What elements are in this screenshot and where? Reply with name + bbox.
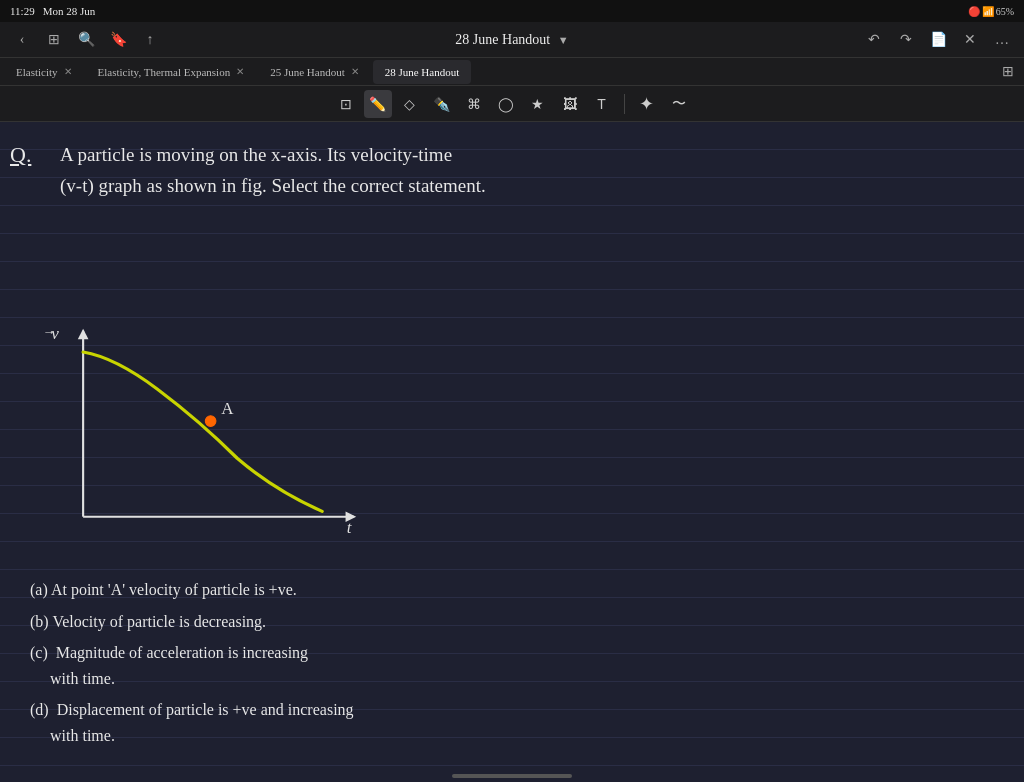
eraser-tool[interactable]: ◇ xyxy=(396,90,424,118)
undo-icon[interactable]: ↶ xyxy=(862,28,886,52)
lasso-tool[interactable]: ⌘ xyxy=(460,90,488,118)
home-indicator[interactable] xyxy=(452,774,572,778)
svg-marker-2 xyxy=(78,329,89,340)
tab-close-25june[interactable]: ✕ xyxy=(351,67,359,77)
svg-text:→: → xyxy=(43,325,56,339)
status-bar: 11:29 Mon 28 Jun 🔴 📶 65% xyxy=(0,0,1024,22)
extra-icon[interactable]: … xyxy=(990,28,1014,52)
zoom-tool[interactable]: ⊡ xyxy=(332,90,360,118)
page-icon[interactable]: 📄 xyxy=(926,28,950,52)
option-a: (a) At point 'A' velocity of particle is… xyxy=(30,577,994,603)
option-d: (d) Displacement of particle is +ve and … xyxy=(30,697,994,748)
date-display: Mon 28 Jun xyxy=(43,5,96,17)
option-b: (b) Velocity of particle is decreasing. xyxy=(30,609,994,635)
more-options-icon[interactable]: ✕ xyxy=(958,28,982,52)
star-tool[interactable]: ★ xyxy=(524,90,552,118)
dropdown-arrow[interactable]: ▼ xyxy=(558,34,569,46)
tab-close-thermal[interactable]: ✕ xyxy=(236,67,244,77)
redo-icon[interactable]: ↷ xyxy=(894,28,918,52)
document-title: 28 June Handout ▼ xyxy=(455,32,568,48)
tabs-bar: Elasticity ✕ Elasticity, Thermal Expansi… xyxy=(0,58,1024,86)
tab-elasticity-thermal[interactable]: Elasticity, Thermal Expansion ✕ xyxy=(86,60,257,84)
option-b-label: (b) xyxy=(30,613,49,630)
toolbar: ⊡ ✏️ ◇ ✒️ ⌘ ◯ ★ 🖼 T ✦ 〜 xyxy=(0,86,1024,122)
share-icon[interactable]: ↑ xyxy=(138,28,162,52)
question-text: A particle is moving on the x-axis. Its … xyxy=(30,140,1004,201)
options-area: (a) At point 'A' velocity of particle is… xyxy=(30,577,994,755)
bookmark-icon[interactable]: 🔖 xyxy=(106,28,130,52)
option-b-text: Velocity of particle is decreasing. xyxy=(52,613,266,630)
tab-28june[interactable]: 28 June Handout xyxy=(373,60,472,84)
image-tool[interactable]: 🖼 xyxy=(556,90,584,118)
expand-tool[interactable]: 〜 xyxy=(665,90,693,118)
back-icon[interactable]: ‹ xyxy=(10,28,34,52)
color-picker[interactable]: ✦ xyxy=(633,90,661,118)
time-display: 11:29 xyxy=(10,5,35,17)
title-bar: ‹ ⊞ 🔍 🔖 ↑ 28 June Handout ▼ ↶ ↷ 📄 ✕ … xyxy=(0,22,1024,58)
battery-percent: 65% xyxy=(996,6,1014,17)
tab-close-elasticity[interactable]: ✕ xyxy=(64,67,72,77)
svg-text:A: A xyxy=(221,399,234,418)
grid-icon[interactable]: ⊞ xyxy=(42,28,66,52)
toolbar-separator xyxy=(624,94,625,114)
question-line1: A particle is moving on the x-axis. Its … xyxy=(30,140,1004,169)
pen-tool[interactable]: ✏️ xyxy=(364,90,392,118)
question-label: Q. xyxy=(10,142,31,168)
option-c: (c) Magnitude of acceleration is increas… xyxy=(30,640,994,691)
search-icon[interactable]: 🔍 xyxy=(74,28,98,52)
graph-area: v → t A xyxy=(30,317,370,557)
option-a-text: At point 'A' velocity of particle is +ve… xyxy=(51,581,297,598)
wifi-indicator: 📶 xyxy=(982,6,994,17)
content-area: Q. A particle is moving on the x-axis. I… xyxy=(0,122,1024,782)
text-tool[interactable]: T xyxy=(588,90,616,118)
svg-point-7 xyxy=(205,416,216,427)
shape-tool[interactable]: ◯ xyxy=(492,90,520,118)
tab-grid-icon[interactable]: ⊞ xyxy=(1002,63,1014,80)
battery-icon: 🔴 📶 65% xyxy=(968,6,1014,17)
option-a-label: (a) xyxy=(30,581,48,598)
svg-text:t: t xyxy=(347,518,353,537)
option-d-label: (d) xyxy=(30,701,49,718)
velocity-time-graph: v → t A xyxy=(30,317,370,557)
question-line2: (v-t) graph as shown in fig. Select the … xyxy=(30,171,1004,200)
tab-25june[interactable]: 25 June Handout ✕ xyxy=(258,60,371,84)
tab-elasticity[interactable]: Elasticity ✕ xyxy=(4,60,84,84)
main-content: Q. A particle is moving on the x-axis. I… xyxy=(0,122,1024,782)
highlighter-tool[interactable]: ✒️ xyxy=(428,90,456,118)
option-c-label: (c) xyxy=(30,644,48,661)
